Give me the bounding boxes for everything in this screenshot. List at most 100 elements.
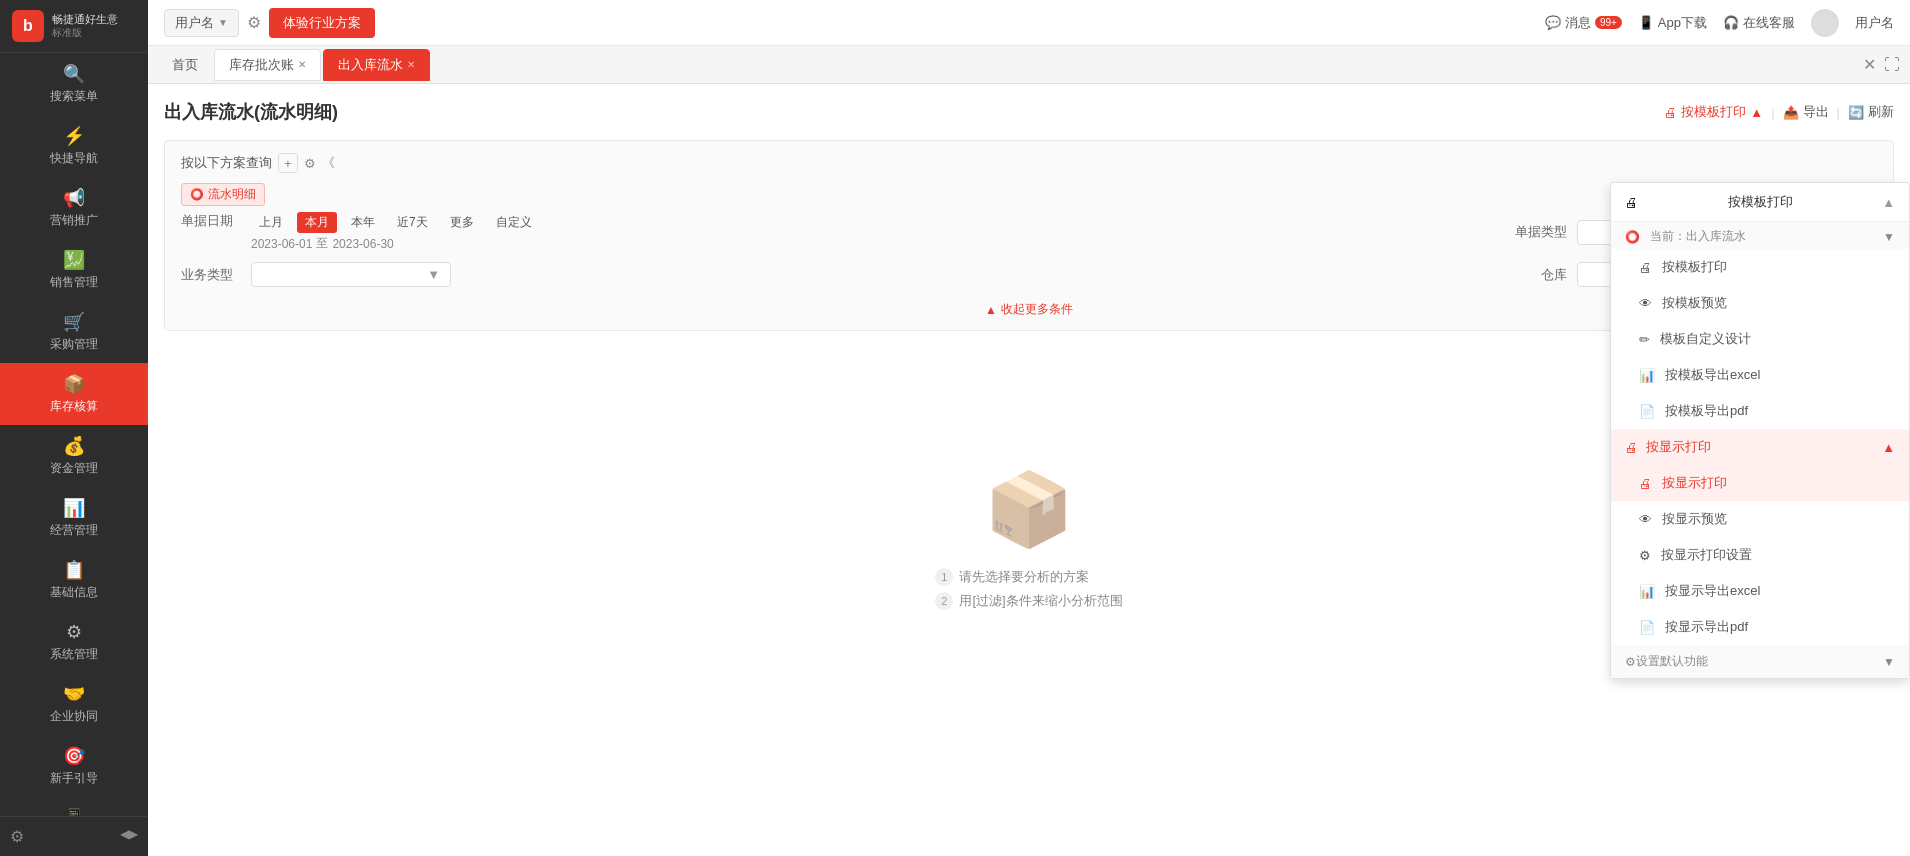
logo-text: 畅捷通好生意 标准版 <box>52 12 118 40</box>
dropdown-display-pdf[interactable]: 📄 按显示导出pdf <box>1611 609 1909 645</box>
sidebar-item-基础信息[interactable]: 📋基础信息 <box>0 549 148 611</box>
app-download-label: App下载 <box>1658 14 1707 32</box>
dropdown-template-excel[interactable]: 📊 按模板导出excel <box>1611 357 1909 393</box>
dropdown-template-print[interactable]: 🖨 按模板打印 <box>1611 249 1909 285</box>
nav-label-2: 营销推广 <box>50 212 98 229</box>
dropdown-collapse-btn[interactable]: ▲ <box>1882 195 1895 210</box>
industry-btn[interactable]: 体验行业方案 <box>269 8 375 38</box>
tpl-print-icon: 🖨 <box>1639 260 1652 275</box>
sidebar-item-快捷导航[interactable]: ⚡快捷导航 <box>0 115 148 177</box>
sidebar-item-采购管理[interactable]: 🛒采购管理 <box>0 301 148 363</box>
refresh-btn[interactable]: 🔄 刷新 <box>1848 103 1894 121</box>
dropdown-template-design[interactable]: ✏ 模板自定义设计 <box>1611 321 1909 357</box>
tab-flow[interactable]: 出入库流水 ✕ <box>323 49 430 81</box>
chevron-down-biz-icon: ▼ <box>427 267 440 282</box>
tpl-pdf-icon: 📄 <box>1639 404 1655 419</box>
sidebar-item-企业协同[interactable]: 🤝企业协同 <box>0 673 148 735</box>
avatar[interactable] <box>1811 9 1839 37</box>
tab-home[interactable]: 首页 <box>158 50 212 80</box>
nav-icon-11: 🎯 <box>63 745 85 767</box>
online-service-label: 在线客服 <box>1743 14 1795 32</box>
disp-settings-label: 按显示打印设置 <box>1661 546 1752 564</box>
sidebar-item-库存核算[interactable]: 📦库存核算 <box>0 363 148 425</box>
tab-close-inventory[interactable]: ✕ <box>298 59 306 70</box>
nav-label-5: 库存核算 <box>50 398 98 415</box>
date-to: 2023-06-30 <box>332 237 393 251</box>
message-label: 消息 <box>1565 14 1591 32</box>
sidebar-settings-icon[interactable]: ⚙ <box>10 827 24 846</box>
phone-icon: 📱 <box>1638 15 1654 30</box>
nav-label-6: 资金管理 <box>50 460 98 477</box>
date-btn-上月[interactable]: 上月 <box>251 212 291 233</box>
export-btn[interactable]: 📤 导出 <box>1783 103 1829 121</box>
empty-steps-list: 1 请先选择要分析的方案 2 用[过滤]条件来缩小分析范围 <box>935 568 1122 616</box>
sidebar-item-系统管理[interactable]: ⚙系统管理 <box>0 611 148 673</box>
dropdown-display-preview[interactable]: 👁 按显示预览 <box>1611 501 1909 537</box>
message-icon: 💬 <box>1545 15 1561 30</box>
online-service-btn[interactable]: 🎧 在线客服 <box>1723 14 1795 32</box>
date-btn-更多[interactable]: 更多 <box>442 212 482 233</box>
tab-close-all-btn[interactable]: ✕ <box>1863 55 1876 74</box>
print-dropdown-panel: 🖨 按模板打印 ▲ ⭕ 当前：出入库流水 ▼ 🖨 按模板打印 👁 按模板预览 ✏… <box>1610 182 1910 679</box>
message-btn[interactable]: 💬 消息 99+ <box>1545 14 1622 32</box>
current-icon: ⭕ <box>1625 230 1640 244</box>
dropdown-template-preview[interactable]: 👁 按模板预览 <box>1611 285 1909 321</box>
app-name: 畅捷通好生意 <box>52 12 118 26</box>
app-download-btn[interactable]: 📱 App下载 <box>1638 14 1707 32</box>
dropdown-display-section[interactable]: 🖨 按显示打印 ▲ <box>1611 429 1909 465</box>
dropdown-display-settings[interactable]: ⚙ 按显示打印设置 <box>1611 537 1909 573</box>
print-icon: 🖨 <box>1664 105 1677 120</box>
date-btn-本月[interactable]: 本月 <box>297 212 337 233</box>
current-arrow[interactable]: ▼ <box>1883 230 1895 244</box>
dropdown-template-pdf[interactable]: 📄 按模板导出pdf <box>1611 393 1909 429</box>
tab-close-flow[interactable]: ✕ <box>407 59 415 70</box>
tpl-excel-label: 按模板导出excel <box>1665 366 1760 384</box>
empty-step-2-text: 用[过滤]条件来缩小分析范围 <box>959 592 1122 610</box>
default-icon: ⚙ <box>1625 655 1636 669</box>
tpl-design-icon: ✏ <box>1639 332 1650 347</box>
sidebar-item-新手引导[interactable]: 🎯新手引导 <box>0 735 148 797</box>
nav-icon-9: ⚙ <box>66 621 82 643</box>
filter-settings-btn[interactable]: ⚙ <box>304 156 316 171</box>
dropdown-display-print[interactable]: 🖨 按显示打印 <box>1611 465 1909 501</box>
filter-add-btn[interactable]: + <box>278 153 298 173</box>
filter-prefix-label: 按以下方案查询 <box>181 154 272 172</box>
date-btn-自定义[interactable]: 自定义 <box>488 212 540 233</box>
sidebar-item-资金管理[interactable]: 💰资金管理 <box>0 425 148 487</box>
tab-expand-btn[interactable]: ⛶ <box>1884 55 1900 74</box>
filter-tag-flow[interactable]: ⭕ 流水明细 <box>181 183 265 206</box>
page-title-row: 出入库流水(流水明细) 🖨 按模板打印 ▲ | 📤 导出 | 🔄 <box>164 100 1894 124</box>
filter-collapse-left-btn[interactable]: 《 <box>322 154 335 172</box>
dropdown-default-footer[interactable]: ⚙ 设置默认功能 ▼ <box>1611 645 1909 678</box>
tab-inventory-batch[interactable]: 库存批次账 ✕ <box>214 49 321 81</box>
date-btn-本年[interactable]: 本年 <box>343 212 383 233</box>
date-btn-近7天[interactable]: 近7天 <box>389 212 436 233</box>
nav-icon-8: 📋 <box>63 559 85 581</box>
nav-icon-3: 💹 <box>63 249 85 271</box>
nav-label-4: 采购管理 <box>50 336 98 353</box>
header-right: 💬 消息 99+ 📱 App下载 🎧 在线客服 用户名 <box>1545 9 1894 37</box>
filter-warehouse-label: 仓库 <box>1541 266 1567 284</box>
collapse-btn[interactable]: ▲ 收起更多条件 <box>985 301 1073 318</box>
sidebar-item-销售管理[interactable]: 💹销售管理 <box>0 239 148 301</box>
nav-icon-12: 📱 <box>63 807 85 816</box>
filter-date-group: 单据日期 上月本月本年近7天更多自定义 2023-06-01 至 2023-06… <box>181 212 540 252</box>
dropdown-display-excel[interactable]: 📊 按显示导出excel <box>1611 573 1909 609</box>
filter-biz-select[interactable]: ▼ <box>251 262 451 287</box>
settings-icon[interactable]: ⚙ <box>247 13 261 32</box>
sidebar-item-应用中心[interactable]: 📱应用中心 <box>0 797 148 816</box>
sidebar-item-营销推广[interactable]: 📢营销推广 <box>0 177 148 239</box>
sidebar-collapse-icon[interactable]: ◀▶ <box>120 827 138 846</box>
nav-label-1: 快捷导航 <box>50 150 98 167</box>
filter-search-label: 按以下方案查询 + ⚙ 《 <box>181 153 335 173</box>
user-selector[interactable]: 用户名 ▼ <box>164 9 239 37</box>
main-content: 用户名 ▼ ⚙ 体验行业方案 💬 消息 99+ 📱 App下载 🎧 在线客服 用… <box>148 0 1910 856</box>
sidebar: b 畅捷通好生意 标准版 🔍搜索菜单⚡快捷导航📢营销推广💹销售管理🛒采购管理📦库… <box>0 0 148 856</box>
sidebar-logo: b 畅捷通好生意 标准版 <box>0 0 148 53</box>
print-template-btn[interactable]: 🖨 按模板打印 ▲ <box>1664 103 1763 121</box>
print-template-label: 按模板打印 <box>1681 103 1746 121</box>
display-section-label: 按显示打印 <box>1646 438 1711 456</box>
empty-step-1: 1 请先选择要分析的方案 <box>935 568 1122 586</box>
sidebar-item-搜索菜单[interactable]: 🔍搜索菜单 <box>0 53 148 115</box>
sidebar-item-经营管理[interactable]: 📊经营管理 <box>0 487 148 549</box>
